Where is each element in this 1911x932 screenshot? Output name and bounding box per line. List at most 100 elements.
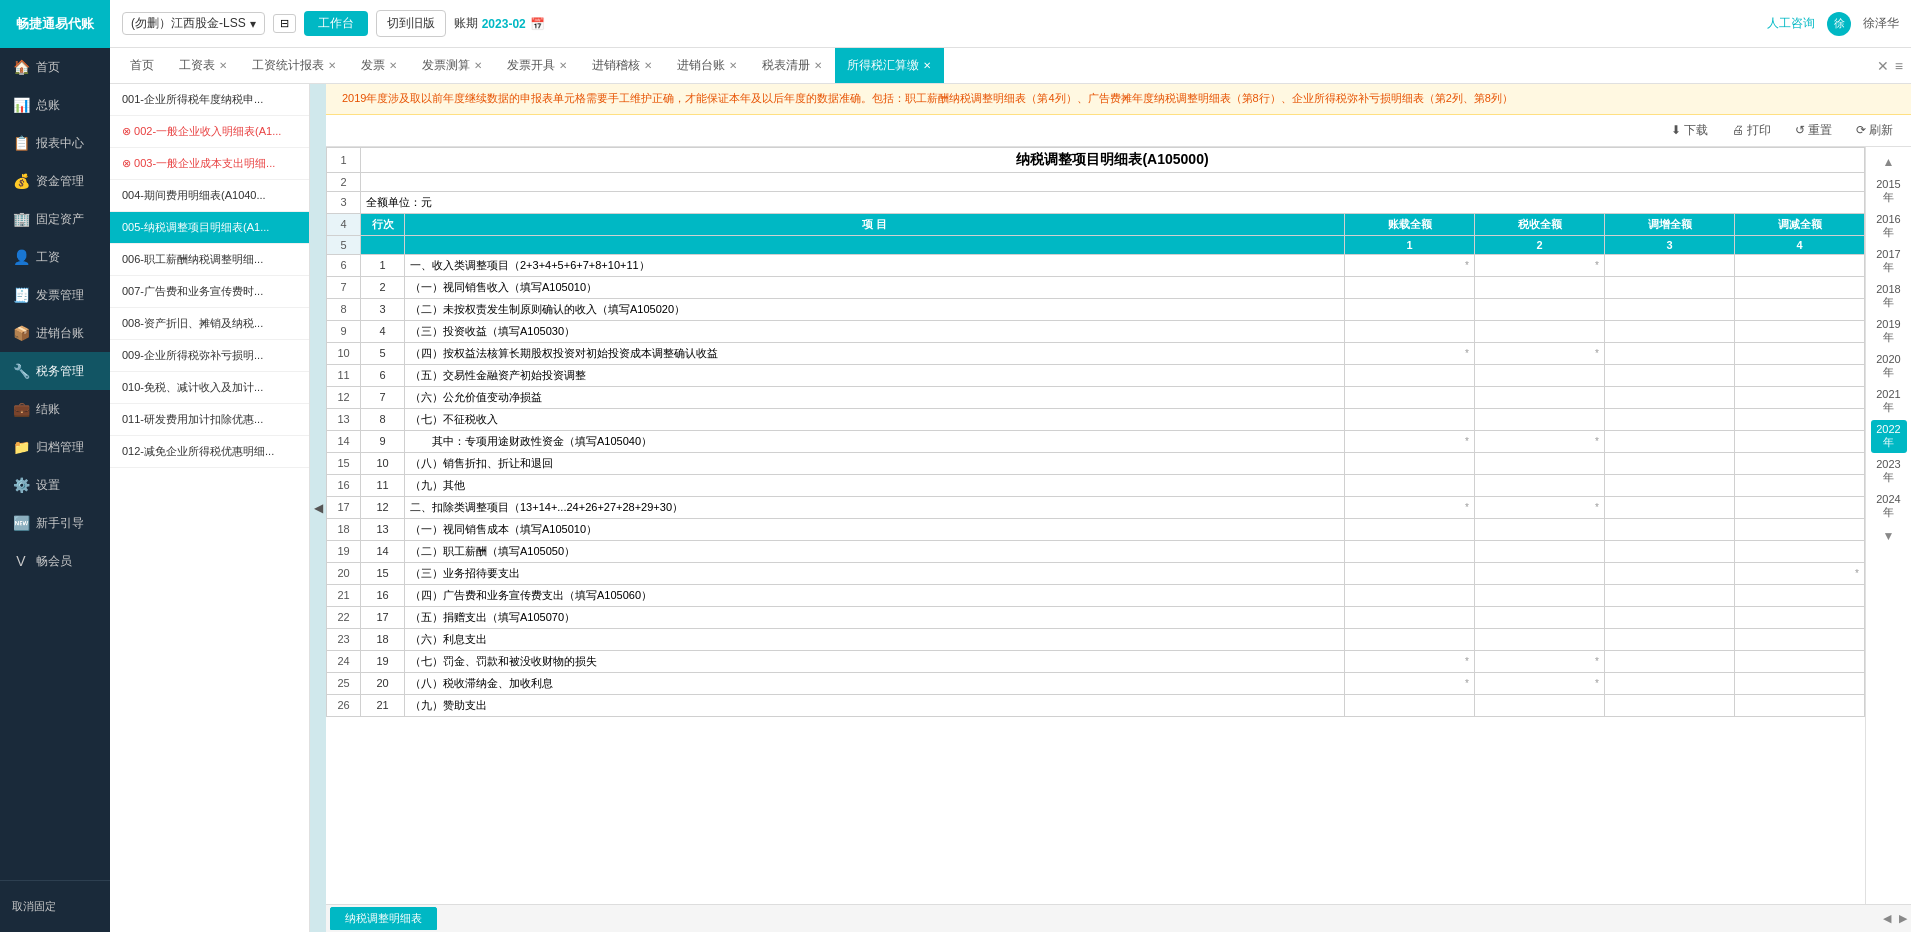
nav-tabs: 首页 工资表 ✕ 工资统计报表 ✕ 发票 ✕ 发票测算 ✕ 发票开具 ✕ 进销稽… [110, 48, 1911, 84]
year-2018[interactable]: 2018年 [1871, 280, 1907, 313]
sidebar-item-guide[interactable]: 🆕 新手引导 [0, 504, 110, 542]
year-2016[interactable]: 2016年 [1871, 210, 1907, 243]
year-2024[interactable]: 2024年 [1871, 490, 1907, 523]
old-version-button[interactable]: 切到旧版 [376, 10, 446, 37]
download-button[interactable]: ⬇ 下载 [1665, 119, 1714, 142]
sidebar-item-archive[interactable]: 📁 归档管理 [0, 428, 110, 466]
tab-ledger[interactable]: 进销台账 ✕ [665, 48, 750, 84]
year-2021[interactable]: 2021年 [1871, 385, 1907, 418]
tab-payroll[interactable]: 工资表 ✕ [167, 48, 240, 84]
payroll-icon: 👤 [12, 248, 30, 266]
table-row: 21 16 （四）广告费和业务宣传费支出（填写A105060） [327, 584, 1865, 606]
sidebar-item-home-label: 首页 [36, 59, 60, 76]
sidebar-item-home[interactable]: 🏠 首页 [0, 48, 110, 86]
sidebar-item-settings[interactable]: ⚙️ 设置 [0, 466, 110, 504]
tab-home[interactable]: 首页 [118, 48, 167, 84]
tab-invoice[interactable]: 发票 ✕ [349, 48, 410, 84]
left-panel-item-1[interactable]: ⊗ 002-一般企业收入明细表(A1... [110, 116, 309, 148]
left-panel-item-5[interactable]: 006-职工薪酬纳税调整明细... [110, 244, 309, 276]
sidebar-item-vip[interactable]: V 畅会员 [0, 542, 110, 580]
tax-icon: 🔧 [12, 362, 30, 380]
support-link[interactable]: 人工咨询 [1767, 15, 1815, 32]
close-all-button[interactable]: ✕ [1877, 58, 1889, 74]
sidebar-item-capital[interactable]: 💰 资金管理 [0, 162, 110, 200]
tab-payroll-stats-close[interactable]: ✕ [328, 60, 336, 71]
year-down-button[interactable]: ▼ [1875, 525, 1903, 547]
sub-col3: 3 [1605, 235, 1735, 254]
company-selector[interactable]: (勿删）江西股金-LSS ▾ [122, 12, 265, 35]
left-panel-item-8[interactable]: 009-企业所得税弥补亏损明... [110, 340, 309, 372]
copy-button[interactable]: ⊟ [273, 14, 296, 33]
col-c1-header: 账载全额 [1345, 213, 1475, 235]
tab-income-tax-close[interactable]: ✕ [923, 60, 931, 71]
period-label: 账期 [454, 15, 478, 32]
tab-tax-table-close[interactable]: ✕ [814, 60, 822, 71]
tab-invoice-open-close[interactable]: ✕ [559, 60, 567, 71]
scroll-right-btn[interactable]: ▶ [1899, 912, 1907, 925]
year-2015[interactable]: 2015年 [1871, 175, 1907, 208]
sidebar-item-payroll[interactable]: 👤 工资 [0, 238, 110, 276]
tab-invoice-calc[interactable]: 发票测算 ✕ [410, 48, 495, 84]
table-row: 1 纳税调整项目明细表(A105000) [327, 147, 1865, 172]
sidebar-item-ledger[interactable]: 📊 总账 [0, 86, 110, 124]
refresh-button[interactable]: ⟳ 刷新 [1850, 119, 1899, 142]
spreadsheet: 1 纳税调整项目明细表(A105000) 2 3 全额单位 [326, 147, 1865, 717]
print-button[interactable]: 🖨 打印 [1726, 119, 1777, 142]
sidebar-item-invoice-label: 发票管理 [36, 287, 84, 304]
year-2020[interactable]: 2020年 [1871, 350, 1907, 383]
year-2022[interactable]: 2022年 [1871, 420, 1907, 453]
tab-payroll-stats-label: 工资统计报表 [252, 57, 324, 74]
sidebar-item-trade-label: 进销台账 [36, 325, 84, 342]
sidebar-item-trade[interactable]: 📦 进销台账 [0, 314, 110, 352]
tab-audit-close[interactable]: ✕ [644, 60, 652, 71]
reset-button[interactable]: ↺ 重置 [1789, 119, 1838, 142]
tab-ledger-close[interactable]: ✕ [729, 60, 737, 71]
year-2019[interactable]: 2019年 [1871, 315, 1907, 348]
table-row: 14 9 其中：专项用途财政性资金（填写A105040） * * [327, 430, 1865, 452]
left-panel-item-0[interactable]: 001-企业所得税年度纳税申... [110, 84, 309, 116]
tabs-menu-button[interactable]: ≡ [1895, 58, 1903, 74]
table-header-row1: 4 行次 项 目 账载全额 税收全额 调增全额 调减全额 [327, 213, 1865, 235]
tab-invoice-calc-close[interactable]: ✕ [474, 60, 482, 71]
ledger-icon: 📊 [12, 96, 30, 114]
guide-icon: 🆕 [12, 514, 30, 532]
tab-payroll-close[interactable]: ✕ [219, 60, 227, 71]
tab-audit[interactable]: 进销稽核 ✕ [580, 48, 665, 84]
sidebar-item-assets[interactable]: 🏢 固定资产 [0, 200, 110, 238]
left-panel-item-6[interactable]: 007-广告费和业务宣传费时... [110, 276, 309, 308]
workspace-button[interactable]: 工作台 [304, 11, 368, 36]
scroll-left-btn[interactable]: ◀ [1883, 912, 1891, 925]
tab-tax-table[interactable]: 税表清册 ✕ [750, 48, 835, 84]
bottom-tab-adjust[interactable]: 纳税调整明细表 [330, 907, 437, 930]
left-panel-item-2[interactable]: ⊗ 003-一般企业成本支出明细... [110, 148, 309, 180]
sidebar-item-invoice[interactable]: 🧾 发票管理 [0, 276, 110, 314]
sub-col2: 2 [1475, 235, 1605, 254]
left-panel-item-11[interactable]: 012-减免企业所得税优惠明细... [110, 436, 309, 468]
calendar-icon[interactable]: 📅 [530, 17, 545, 31]
tab-income-tax[interactable]: 所得税汇算缴 ✕ [835, 48, 944, 84]
sidebar-item-tax[interactable]: 🔧 税务管理 [0, 352, 110, 390]
year-2017[interactable]: 2017年 [1871, 245, 1907, 278]
sheet-container[interactable]: 1 纳税调整项目明细表(A105000) 2 3 全额单位 [326, 147, 1865, 904]
left-panel-item-7[interactable]: 008-资产折旧、摊销及纳税... [110, 308, 309, 340]
tab-invoice-open[interactable]: 发票开具 ✕ [495, 48, 580, 84]
right-area: 2019年度涉及取以前年度继续数据的申报表单元格需要手工维护正确，才能保证本年及… [326, 84, 1911, 932]
left-panel-item-10[interactable]: 011-研发费用加计扣除优惠... [110, 404, 309, 436]
left-panel-item-3[interactable]: 004-期间费用明细表(A1040... [110, 180, 309, 212]
left-panel-item-9[interactable]: 010-免税、减计收入及加计... [110, 372, 309, 404]
left-panel-item-4[interactable]: 005-纳税调整项目明细表(A1... [110, 212, 309, 244]
tab-invoice-open-label: 发票开具 [507, 57, 555, 74]
sidebar-item-report[interactable]: 📋 报表中心 [0, 124, 110, 162]
tab-invoice-close[interactable]: ✕ [389, 60, 397, 71]
year-2023[interactable]: 2023年 [1871, 455, 1907, 488]
table-row: 24 19 （七）罚金、罚款和被没收财物的损失 * * [327, 650, 1865, 672]
tab-ledger-label: 进销台账 [677, 57, 725, 74]
tab-payroll-stats[interactable]: 工资统计报表 ✕ [240, 48, 349, 84]
tab-audit-label: 进销稽核 [592, 57, 640, 74]
year-up-button[interactable]: ▲ [1875, 151, 1903, 173]
sidebar-item-close[interactable]: 💼 结账 [0, 390, 110, 428]
collapse-panel-button[interactable]: ◀ [310, 84, 326, 932]
username[interactable]: 徐泽华 [1863, 15, 1899, 32]
unpin-button[interactable]: 取消固定 [0, 889, 110, 924]
table-row: 16 11 （九）其他 [327, 474, 1865, 496]
